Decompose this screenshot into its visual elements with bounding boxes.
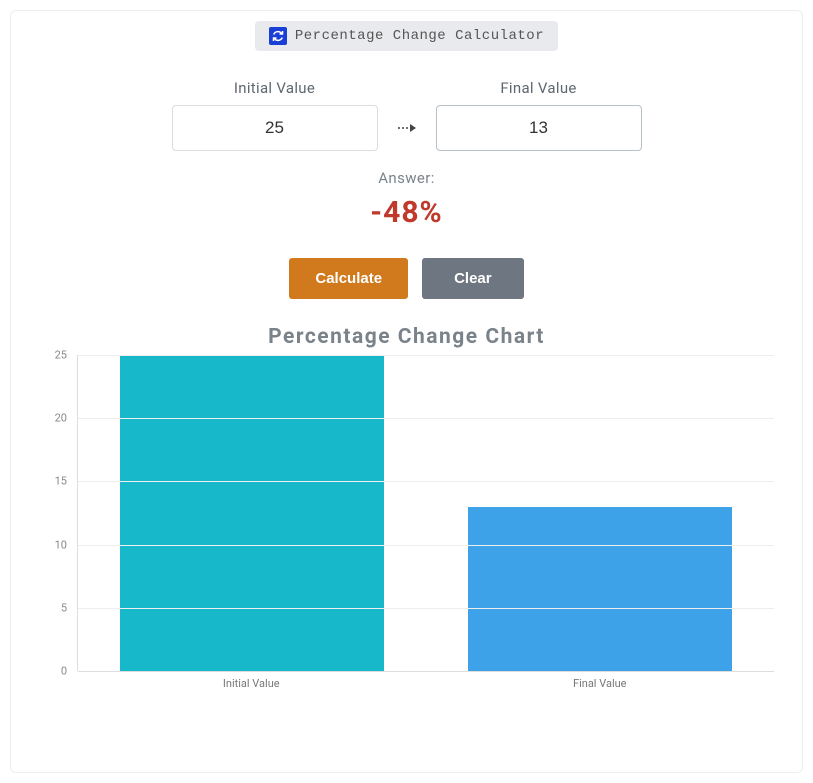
final-value-group: Final Value (436, 79, 642, 151)
chart-y-axis: 0510152025 (31, 355, 73, 671)
chart-gridline (78, 545, 774, 546)
answer-block: Answer: -48% (23, 169, 790, 230)
answer-label: Answer: (23, 169, 790, 187)
header-title: Percentage Change Calculator (295, 28, 544, 44)
chart-x-axis: Initial ValueFinal Value (77, 671, 774, 695)
chart-y-tick: 0 (61, 665, 67, 678)
chart-y-tick: 20 (55, 412, 67, 425)
final-value-label: Final Value (500, 79, 576, 97)
initial-value-group: Initial Value (172, 79, 378, 151)
chart: 0510152025 Initial ValueFinal Value (31, 355, 782, 695)
chart-y-tick: 5 (61, 601, 67, 614)
chart-y-tick: 10 (55, 538, 67, 551)
buttons-row: Calculate Clear (23, 258, 790, 299)
chart-y-tick: 15 (55, 475, 67, 488)
chart-gridline (78, 355, 774, 356)
chart-gridline (78, 418, 774, 419)
chart-gridline (78, 481, 774, 482)
final-value-input[interactable] (436, 105, 642, 151)
answer-value: -48% (23, 195, 790, 230)
calculate-button[interactable]: Calculate (289, 258, 408, 299)
chart-bar-slot (78, 355, 426, 671)
initial-value-input[interactable] (172, 105, 378, 151)
chart-gridline (78, 608, 774, 609)
chart-plot-area (77, 355, 774, 671)
chart-y-tick: 25 (55, 349, 67, 362)
inputs-row: Initial Value Final Value (23, 79, 790, 151)
calculator-card: Percentage Change Calculator Initial Val… (10, 10, 803, 773)
clear-button[interactable]: Clear (422, 258, 524, 299)
chart-bar-slot (426, 355, 774, 671)
chart-bar (120, 355, 385, 671)
chart-x-label: Final Value (426, 671, 775, 695)
chart-x-label: Initial Value (77, 671, 426, 695)
chart-bar (468, 507, 733, 671)
chart-title: Percentage Change Chart (23, 325, 790, 349)
initial-value-label: Initial Value (234, 79, 315, 97)
header-badge: Percentage Change Calculator (255, 21, 558, 51)
refresh-icon (269, 27, 287, 45)
arrow-icon (396, 105, 418, 151)
